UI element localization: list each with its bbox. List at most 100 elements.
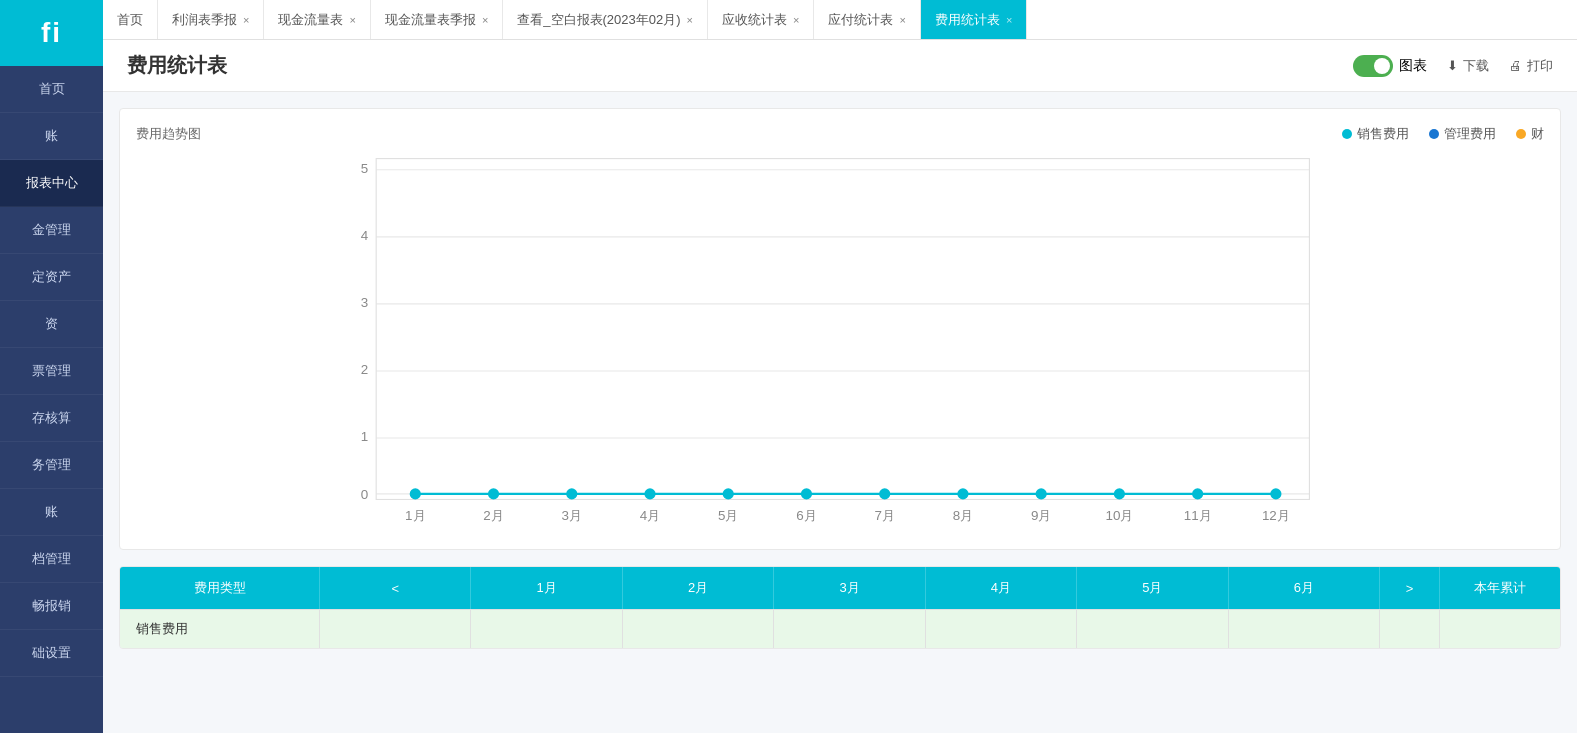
legend-mgmt-expense: 管理费用 xyxy=(1429,125,1496,143)
sidebar-item-ticket-mgmt[interactable]: 票管理 xyxy=(0,348,103,395)
svg-point-20 xyxy=(957,488,968,499)
tab-blank-report[interactable]: 查看_空白报表(2023年02月) × xyxy=(503,0,708,39)
tab-bar: 首页 利润表季报 × 现金流量表 × 现金流量表季报 × 查看_空白报表(202… xyxy=(103,0,1577,40)
svg-text:8月: 8月 xyxy=(953,508,973,523)
svg-text:4月: 4月 xyxy=(640,508,660,523)
legend-finance-expense: 财 xyxy=(1516,125,1544,143)
sidebar-item-fixed-assets[interactable]: 定资产 xyxy=(0,254,103,301)
sidebar-item-sale-return[interactable]: 畅报销 xyxy=(0,583,103,630)
table-row: 销售费用 xyxy=(120,609,1560,648)
content-area: 费用统计表 图表 ⬇ 下载 🖨 打印 费用趋势图 xyxy=(103,40,1577,733)
svg-point-19 xyxy=(879,488,890,499)
row-sales-m6 xyxy=(1229,610,1380,648)
tab-payable[interactable]: 应付统计表 × xyxy=(814,0,920,39)
col-nav-next[interactable]: > xyxy=(1380,567,1440,609)
svg-text:2月: 2月 xyxy=(483,508,503,523)
sidebar-item-account[interactable]: 账 xyxy=(0,113,103,160)
row-sales-m4 xyxy=(926,610,1077,648)
legend-sales-expense: 销售费用 xyxy=(1342,125,1409,143)
svg-point-13 xyxy=(410,488,421,499)
svg-text:11月: 11月 xyxy=(1184,508,1212,523)
page-title: 费用统计表 xyxy=(127,52,227,79)
tab-close-cashflow[interactable]: × xyxy=(349,14,355,26)
table-header-row: 费用类型 < 1月 2月 3月 4月 5月 6月 > 本年累计 xyxy=(120,567,1560,609)
row-sales-nav xyxy=(320,610,471,648)
row-type-sales: 销售费用 xyxy=(120,610,320,648)
svg-point-21 xyxy=(1036,488,1047,499)
svg-text:9月: 9月 xyxy=(1031,508,1051,523)
svg-text:3月: 3月 xyxy=(562,508,582,523)
row-sales-ytd xyxy=(1440,610,1560,648)
sidebar-item-report-center[interactable]: 报表中心 xyxy=(0,160,103,207)
legend-label-finance: 财 xyxy=(1531,125,1544,143)
svg-point-23 xyxy=(1192,488,1203,499)
chart-header: 费用趋势图 销售费用 管理费用 财 xyxy=(136,125,1544,143)
chart-title: 费用趋势图 xyxy=(136,125,201,143)
trend-chart: 5 4 3 2 1 0 xyxy=(136,153,1544,533)
svg-text:5: 5 xyxy=(361,161,368,176)
prev-arrow-icon[interactable]: < xyxy=(391,581,399,596)
tab-close-payable[interactable]: × xyxy=(899,14,905,26)
svg-text:4: 4 xyxy=(361,228,369,243)
sidebar-item-capital[interactable]: 资 xyxy=(0,301,103,348)
svg-point-17 xyxy=(723,488,734,499)
tab-close-receivable[interactable]: × xyxy=(793,14,799,26)
sidebar-item-sub-account[interactable]: 账 xyxy=(0,489,103,536)
col-m5: 5月 xyxy=(1077,567,1228,609)
tab-close-expense-stats[interactable]: × xyxy=(1006,14,1012,26)
next-arrow-icon[interactable]: > xyxy=(1406,581,1414,596)
svg-text:2: 2 xyxy=(361,362,368,377)
download-icon: ⬇ xyxy=(1447,58,1458,73)
svg-point-14 xyxy=(488,488,499,499)
sidebar-item-basic-settings[interactable]: 础设置 xyxy=(0,630,103,677)
col-type: 费用类型 xyxy=(120,567,320,609)
sidebar-item-home[interactable]: 首页 xyxy=(0,66,103,113)
row-sales-nav-next xyxy=(1380,610,1440,648)
tab-home[interactable]: 首页 xyxy=(103,0,158,39)
legend-dot-finance xyxy=(1516,129,1526,139)
chart-toggle[interactable] xyxy=(1353,55,1393,77)
chart-toggle-label: 图表 xyxy=(1399,57,1427,75)
svg-text:7月: 7月 xyxy=(874,508,894,523)
sidebar-item-fund-mgmt[interactable]: 金管理 xyxy=(0,207,103,254)
svg-rect-12 xyxy=(376,159,1309,500)
main-area: 首页 利润表季报 × 现金流量表 × 现金流量表季报 × 查看_空白报表(202… xyxy=(103,0,1577,733)
tab-cashflow-quarterly[interactable]: 现金流量表季报 × xyxy=(371,0,503,39)
col-nav-prev[interactable]: < xyxy=(320,567,471,609)
svg-text:10月: 10月 xyxy=(1105,508,1133,523)
svg-point-16 xyxy=(644,488,655,499)
tab-expense-stats[interactable]: 费用统计表 × xyxy=(921,0,1027,39)
svg-point-18 xyxy=(801,488,812,499)
print-button[interactable]: 🖨 打印 xyxy=(1509,57,1553,75)
legend-dot-mgmt xyxy=(1429,129,1439,139)
sidebar-item-service-mgmt[interactable]: 务管理 xyxy=(0,442,103,489)
col-m6: 6月 xyxy=(1229,567,1380,609)
sidebar-logo: fi xyxy=(0,0,103,66)
svg-text:0: 0 xyxy=(361,487,368,502)
sidebar-item-file-mgmt[interactable]: 档管理 xyxy=(0,536,103,583)
chart-legend: 销售费用 管理费用 财 xyxy=(1342,125,1544,143)
col-m2: 2月 xyxy=(623,567,774,609)
chart-container: 5 4 3 2 1 0 xyxy=(136,153,1544,533)
tab-close-blank-report[interactable]: × xyxy=(687,14,693,26)
row-sales-m5 xyxy=(1077,610,1228,648)
legend-dot-sales xyxy=(1342,129,1352,139)
tab-profit-quarterly[interactable]: 利润表季报 × xyxy=(158,0,264,39)
svg-text:6月: 6月 xyxy=(796,508,816,523)
legend-label-sales: 销售费用 xyxy=(1357,125,1409,143)
svg-text:12月: 12月 xyxy=(1262,508,1290,523)
table-section: 费用类型 < 1月 2月 3月 4月 5月 6月 > 本年累计 销售费用 xyxy=(119,566,1561,649)
row-sales-m1 xyxy=(471,610,622,648)
page-header: 费用统计表 图表 ⬇ 下载 🖨 打印 xyxy=(103,40,1577,92)
tab-cashflow[interactable]: 现金流量表 × xyxy=(264,0,370,39)
download-button[interactable]: ⬇ 下载 xyxy=(1447,57,1489,75)
tab-close-cashflow-quarterly[interactable]: × xyxy=(482,14,488,26)
sidebar: fi 首页 账 报表中心 金管理 定资产 资 票管理 存核算 务管理 账 档管理… xyxy=(0,0,103,733)
row-sales-m3 xyxy=(774,610,925,648)
legend-label-mgmt: 管理费用 xyxy=(1444,125,1496,143)
tab-receivable[interactable]: 应收统计表 × xyxy=(708,0,814,39)
tab-close-profit-quarterly[interactable]: × xyxy=(243,14,249,26)
print-icon: 🖨 xyxy=(1509,58,1522,73)
sidebar-item-inventory[interactable]: 存核算 xyxy=(0,395,103,442)
col-ytd: 本年累计 xyxy=(1440,567,1560,609)
